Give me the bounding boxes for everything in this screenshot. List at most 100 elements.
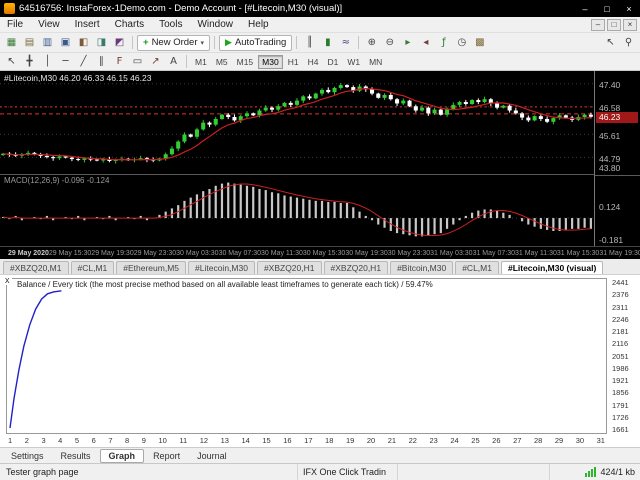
timeframe-m15[interactable]: M15 [233, 55, 258, 69]
child-minimize-icon[interactable]: – [591, 18, 605, 31]
tester-tab-graph[interactable]: Graph [99, 448, 145, 463]
periods-icon[interactable]: ◷ [453, 35, 470, 51]
crosshair-icon[interactable]: ╋ [21, 54, 38, 70]
timeframe-w1[interactable]: W1 [343, 55, 364, 69]
new-order-button[interactable]: + New Order ▾ [137, 34, 211, 51]
tester-x-label: 29 [554, 436, 564, 445]
data-window-icon[interactable]: ▣ [57, 35, 74, 51]
chart-tab[interactable]: #XBZQ20,M1 [3, 261, 69, 274]
tester-y-label: 2376 [612, 290, 629, 300]
chart-tab[interactable]: #CL,M1 [70, 261, 115, 274]
autotrading-button[interactable]: ▶ AutoTrading [219, 34, 293, 51]
candlestick-chart[interactable] [0, 71, 594, 174]
tester-close-button[interactable]: x [3, 275, 12, 285]
zoom-out-icon[interactable]: ⊖ [381, 35, 398, 51]
chart-tab[interactable]: #Bitcoin,M30 [390, 261, 454, 274]
time-label: 31 May 19:30 [599, 249, 640, 257]
minimize-button[interactable]: – [576, 2, 594, 15]
strategy-tester-icon[interactable]: ◩ [111, 35, 128, 51]
chart-tab[interactable]: #XBZQ20,H1 [323, 261, 389, 274]
timeframe-h4[interactable]: H4 [304, 55, 323, 69]
price-scale[interactable]: 47.40 46.58 45.61 44.79 43.80 46.23 0.124 -0.18… [594, 71, 640, 246]
shapes-icon[interactable]: ▭ [129, 54, 146, 70]
pointer-icon[interactable]: ↖ [3, 54, 20, 70]
timeframe-m5[interactable]: M5 [212, 55, 232, 69]
bar-chart-icon[interactable]: ║ [301, 35, 318, 51]
time-label: 30 May 19:30 [345, 249, 388, 257]
trendline-icon[interactable]: ╱ [75, 54, 92, 70]
tester-x-label: 9 [141, 436, 146, 445]
menu-window[interactable]: Window [190, 19, 240, 30]
terminal-icon[interactable]: ◨ [93, 35, 110, 51]
chart-tab[interactable]: #Ethereum,M5 [116, 261, 187, 274]
profiles-icon[interactable]: ▤ [21, 35, 38, 51]
chart-tab[interactable]: #Litecoin,M30 (visual) [500, 261, 604, 274]
vertical-line-icon[interactable]: │ [39, 54, 56, 70]
child-restore-icon[interactable]: □ [607, 18, 621, 31]
tester-tab-journal[interactable]: Journal [189, 450, 235, 462]
templates-icon[interactable]: ▩ [471, 35, 488, 51]
search-icon[interactable]: ⚲ [620, 35, 637, 51]
tester-x-label: 21 [387, 436, 397, 445]
menu-tools[interactable]: Tools [152, 19, 189, 30]
cursor-icon[interactable]: ↖ [602, 35, 619, 51]
child-close-icon[interactable]: × [623, 18, 637, 31]
fibonacci-icon[interactable]: F [111, 54, 128, 70]
arrow-tool-icon[interactable]: ↗ [147, 54, 164, 70]
price-chart-pane[interactable]: #Litecoin,M30 46.20 46.33 46.15 46.23 [0, 71, 594, 175]
one-click-trading-panel[interactable]: IFX One Click Tradin [298, 464, 398, 480]
macd-label: MACD(12,26,9) -0.096 -0.124 [4, 176, 110, 185]
zoom-in-icon[interactable]: ⊕ [363, 35, 380, 51]
market-watch-icon[interactable]: ▥ [39, 35, 56, 51]
tester-x-label: 19 [345, 436, 355, 445]
tester-y-label: 2311 [612, 302, 629, 312]
time-label: 30 May 15:30 [302, 249, 346, 257]
macd-indicator-pane[interactable]: MACD(12,26,9) -0.096 -0.124 [0, 175, 594, 245]
tester-x-label: 20 [366, 436, 376, 445]
tester-graph[interactable]: Balance / Every tick (the most precise m… [6, 278, 607, 434]
line-chart-icon[interactable]: ≈ [337, 35, 354, 51]
chart-tab[interactable]: #Litecoin,M30 [188, 261, 255, 274]
balance-chart[interactable] [7, 279, 606, 433]
tester-x-label: 10 [158, 436, 167, 445]
chart-tab[interactable]: #XBZQ20,H1 [256, 261, 322, 274]
menu-view[interactable]: View [31, 19, 67, 30]
chart-shift-icon[interactable]: ◂ [417, 35, 434, 51]
auto-scroll-icon[interactable]: ▸ [399, 35, 416, 51]
time-label: 29 May 19:30 [91, 249, 134, 257]
plus-icon: + [143, 37, 149, 48]
timeframe-mn[interactable]: MN [365, 55, 386, 69]
macd-chart[interactable] [0, 175, 594, 245]
menu-charts[interactable]: Charts [108, 19, 151, 30]
tester-x-label: 26 [492, 436, 501, 445]
tester-tab-results[interactable]: Results [53, 450, 99, 462]
tester-y-label: 2181 [612, 327, 629, 336]
horizontal-line-icon[interactable]: ─ [57, 54, 74, 70]
timeframe-m30[interactable]: M30 [258, 54, 283, 69]
navigator-icon[interactable]: ◧ [75, 35, 92, 51]
tester-x-label: 8 [125, 436, 130, 445]
time-axis[interactable]: 29 May 2020 29 May 15:30 29 May 19:30 29 Ma… [0, 246, 640, 259]
time-label: 31 May 03:30 [430, 249, 473, 257]
timeframe-d1[interactable]: D1 [323, 55, 342, 69]
candlestick-chart-icon[interactable]: ▮ [319, 35, 336, 51]
tester-y-label: 1661 [612, 425, 629, 434]
tester-x-label: 7 [108, 436, 113, 445]
tester-x-label: 16 [283, 436, 292, 445]
channel-icon[interactable]: ∥ [93, 54, 110, 70]
status-bar: Tester graph page IFX One Click Tradin 4… [0, 463, 640, 480]
close-button[interactable]: × [620, 2, 638, 15]
maximize-button[interactable]: □ [598, 2, 616, 15]
menu-help[interactable]: Help [241, 19, 276, 30]
menu-insert[interactable]: Insert [68, 19, 107, 30]
timeframe-h1[interactable]: H1 [284, 55, 303, 69]
menu-file[interactable]: File [0, 19, 30, 30]
timeframe-m1[interactable]: M1 [191, 55, 211, 69]
tester-tab-settings[interactable]: Settings [3, 450, 52, 462]
text-tool-icon[interactable]: A [165, 54, 182, 70]
indicators-icon[interactable]: ƒ [435, 35, 452, 51]
chart-tab[interactable]: #CL,M1 [455, 261, 499, 274]
tester-x-label: 4 [58, 436, 63, 445]
tester-tab-report[interactable]: Report [145, 450, 188, 462]
new-chart-icon[interactable]: ▦ [3, 35, 20, 51]
